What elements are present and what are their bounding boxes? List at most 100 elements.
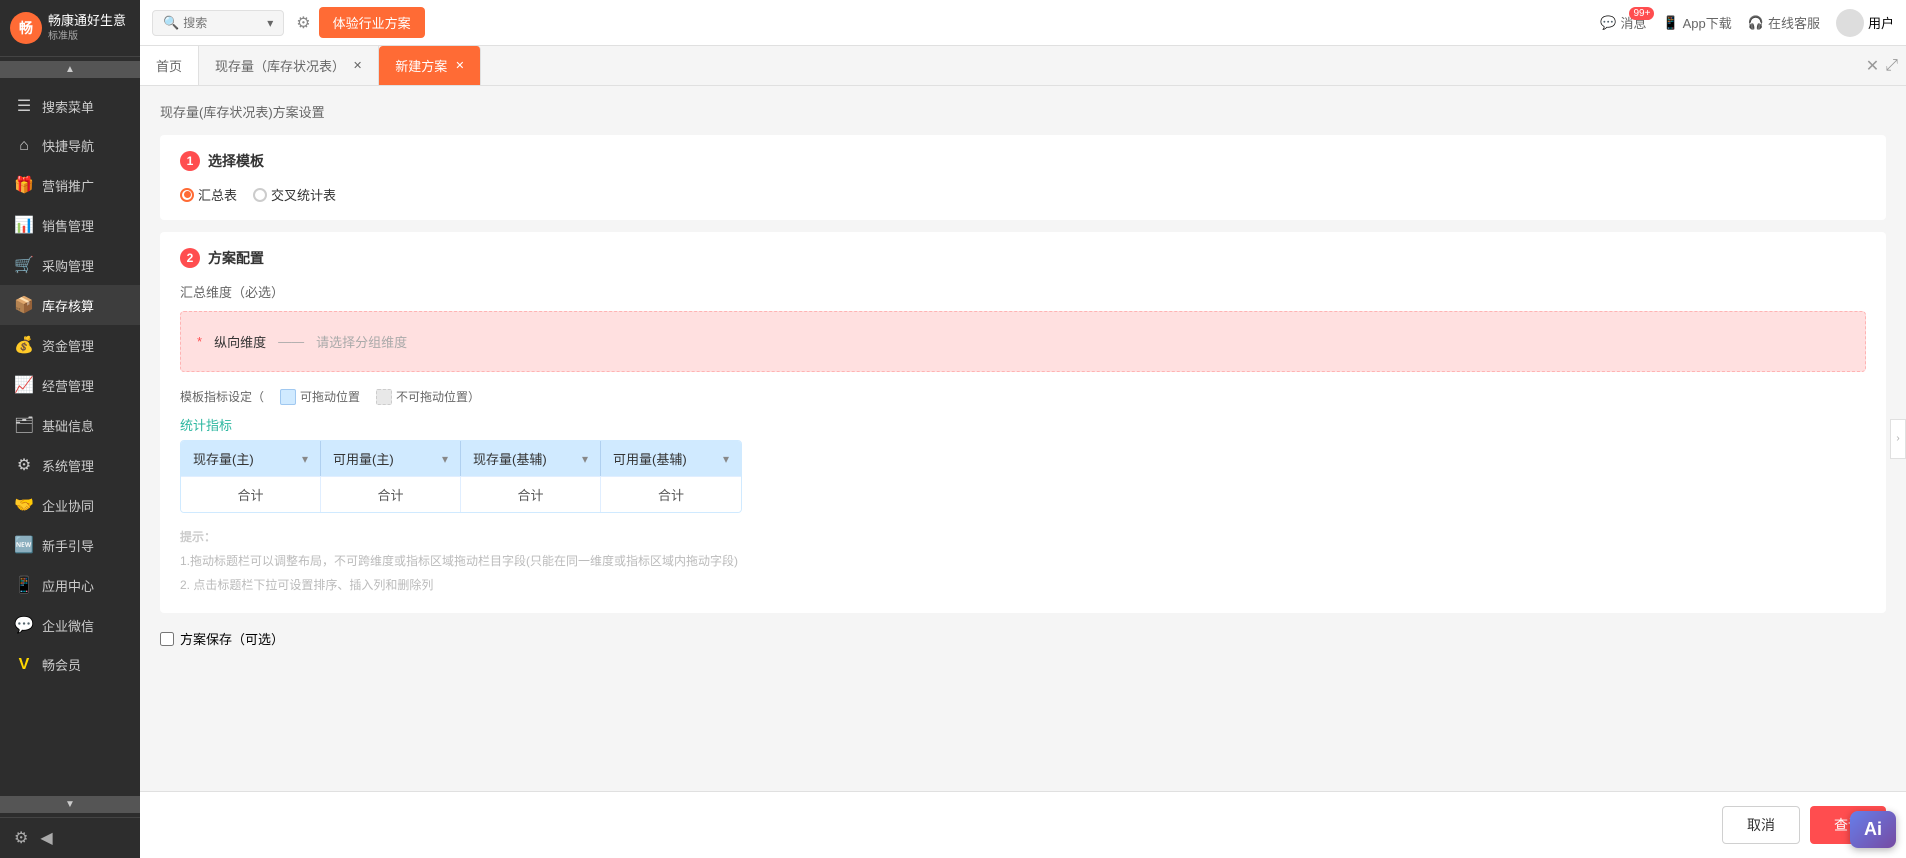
operations-icon: 📈 — [14, 375, 34, 395]
scroll-down-btn[interactable]: ▼ — [0, 796, 140, 813]
app-center-icon: 📱 — [14, 575, 34, 595]
sidebar-item-purchase-label: 采购管理 — [42, 256, 94, 275]
content-area: 现存量(库存状况表)方案设置 1 选择模板 汇总表 交叉统计表 2 — [140, 86, 1906, 791]
online-service-button[interactable]: 🎧 在线客服 — [1748, 13, 1820, 32]
indicator-col-3-dropdown[interactable]: ▾ — [723, 452, 729, 466]
collapse-icon[interactable]: ◀ — [40, 828, 52, 848]
dimension-area[interactable]: * 纵向维度 —— 请选择分组维度 — [180, 311, 1866, 372]
app-download-button[interactable]: 📱 App下载 — [1662, 13, 1731, 32]
topbar: 🔍 ▾ ⚙ 体验行业方案 💬 消息 99+ 📱 App下载 🎧 在线客服 用 — [140, 0, 1906, 46]
sidebar-item-search-menu-label: 搜索菜单 — [42, 97, 94, 116]
app-logo: 畅 畅康通好生意 标准版 — [0, 0, 140, 57]
dimension-placeholder: 请选择分组维度 — [316, 332, 407, 351]
search-icon: 🔍 — [163, 15, 179, 31]
sidebar-item-sales-label: 销售管理 — [42, 216, 94, 235]
app-download-label: App下载 — [1683, 13, 1732, 32]
sidebar-item-inventory[interactable]: 📦 库存核算 — [0, 285, 140, 325]
sidebar-item-system[interactable]: ⚙ 系统管理 — [0, 445, 140, 485]
legend-draggable-label: 可拖动位置 — [300, 388, 360, 405]
indicator-col-2[interactable]: 现存量(基辅) ▾ — [461, 441, 601, 476]
sidebar-item-sales[interactable]: 📊 销售管理 — [0, 205, 140, 245]
save-checkbox[interactable] — [160, 632, 174, 646]
indicator-col-3[interactable]: 可用量(基辅) ▾ — [601, 441, 741, 476]
tips-title: 提示： — [180, 530, 216, 544]
sidebar-item-quick-nav[interactable]: ⌂ 快捷导航 — [0, 126, 140, 165]
tab-inventory-status[interactable]: 现存量（库存状况表） ✕ — [199, 46, 379, 85]
member-icon: V — [14, 656, 34, 674]
indicator-col-0-dropdown[interactable]: ▾ — [302, 452, 308, 466]
trial-button[interactable]: 体验行业方案 — [319, 7, 425, 38]
indicator-col-1[interactable]: 可用量(主) ▾ — [321, 441, 461, 476]
save-option-label: 方案保存（可选） — [180, 629, 284, 648]
dimension-separator: —— — [278, 334, 304, 349]
cancel-button[interactable]: 取消 — [1722, 806, 1800, 844]
radio-cross-label: 交叉统计表 — [271, 185, 336, 204]
sidebar-item-app-center[interactable]: 📱 应用中心 — [0, 565, 140, 605]
stats-label: 统计指标 — [180, 415, 1866, 434]
user-name: 用户 — [1868, 13, 1894, 32]
indicator-table-header: 现存量(主) ▾ 可用量(主) ▾ 现存量(基辅) ▾ 可用量(基辅) — [181, 441, 741, 476]
search-dropdown-icon[interactable]: ▾ — [267, 16, 273, 30]
indicator-cell-2: 合计 — [461, 477, 601, 512]
topbar-search-box[interactable]: 🔍 ▾ — [152, 10, 284, 36]
search-menu-icon: ☰ — [14, 96, 34, 116]
indicator-col-0-label: 现存量(主) — [193, 449, 254, 468]
tab-bar: 首页 现存量（库存状况表） ✕ 新建方案 ✕ ✕ ⤢ — [140, 46, 1906, 86]
user-menu[interactable]: 用户 — [1836, 9, 1894, 37]
sidebar-item-basic-info[interactable]: 🗂 基础信息 — [0, 405, 140, 445]
dimension-name: 纵向维度 — [214, 332, 266, 351]
sidebar-scroll-up[interactable]: ▲ — [0, 57, 140, 82]
ai-badge[interactable]: Ai — [1850, 811, 1896, 848]
tab-collapse-icon[interactable]: ✕ — [1866, 56, 1879, 76]
tab-new-plan[interactable]: 新建方案 ✕ — [379, 46, 481, 85]
radio-cross[interactable]: 交叉统计表 — [253, 185, 336, 204]
wechat-icon: 💬 — [14, 615, 34, 635]
settings-icon[interactable]: ⚙ — [14, 828, 28, 848]
basic-info-icon: 🗂 — [14, 415, 34, 435]
tab-home[interactable]: 首页 — [140, 46, 199, 85]
radio-cross-circle — [253, 188, 267, 202]
sidebar-item-search-menu[interactable]: ☰ 搜索菜单 — [0, 86, 140, 126]
sidebar-item-marketing[interactable]: 🎁 营销推广 — [0, 165, 140, 205]
indicator-col-2-dropdown[interactable]: ▾ — [582, 452, 588, 466]
indicator-cell-1: 合计 — [321, 477, 461, 512]
tab-inventory-status-label: 现存量（库存状况表） — [215, 56, 345, 75]
indicator-cell-0: 合计 — [181, 477, 321, 512]
sidebar-item-operations[interactable]: 📈 经营管理 — [0, 365, 140, 405]
indicator-legend: 模板指标设定（ 可拖动位置 不可拖动位置） — [180, 388, 1866, 405]
sidebar-item-wechat[interactable]: 💬 企业微信 — [0, 605, 140, 645]
guide-icon: 🆕 — [14, 535, 34, 555]
dimension-label: 汇总维度（必选） — [180, 282, 1866, 301]
indicator-col-0[interactable]: 现存量(主) ▾ — [181, 441, 321, 476]
sidebar-item-finance[interactable]: 💰 资金管理 — [0, 325, 140, 365]
cart-icon: 🛒 — [14, 255, 34, 275]
sidebar-item-marketing-label: 营销推广 — [42, 176, 94, 195]
radio-summary-circle — [180, 188, 194, 202]
indicator-col-1-dropdown[interactable]: ▾ — [442, 452, 448, 466]
user-avatar — [1836, 9, 1864, 37]
service-label: 在线客服 — [1768, 13, 1820, 32]
logo-icon: 畅 — [10, 12, 42, 44]
search-input[interactable] — [183, 16, 263, 30]
tip-1: 1.拖动标题栏可以调整布局，不可跨维度或指标区域拖动栏目字段(只能在同一维度或指… — [180, 554, 738, 568]
topbar-gear-icon[interactable]: ⚙ — [296, 13, 310, 33]
sidebar-item-member[interactable]: V 畅会员 — [0, 645, 140, 684]
sidebar-item-guide[interactable]: 🆕 新手引导 — [0, 525, 140, 565]
home-icon: ⌂ — [14, 137, 34, 155]
sidebar-item-purchase[interactable]: 🛒 采购管理 — [0, 245, 140, 285]
tab-new-plan-close[interactable]: ✕ — [455, 59, 464, 72]
sidebar-item-enterprise[interactable]: 🤝 企业协同 — [0, 485, 140, 525]
indicator-col-3-label: 可用量(基辅) — [613, 449, 687, 468]
sidebar-scroll-down[interactable]: ▼ — [0, 792, 140, 817]
section2-header: 2 方案配置 — [180, 248, 1866, 268]
radio-summary[interactable]: 汇总表 — [180, 185, 237, 204]
section2-num: 2 — [180, 248, 200, 268]
scroll-up-btn[interactable]: ▲ — [0, 61, 140, 78]
tab-inventory-status-close[interactable]: ✕ — [353, 59, 362, 72]
tab-expand-icon[interactable]: ⤢ — [1885, 57, 1898, 75]
message-button[interactable]: 💬 消息 99+ — [1600, 13, 1646, 32]
sidebar-item-wechat-label: 企业微信 — [42, 616, 94, 635]
enterprise-icon: 🤝 — [14, 495, 34, 515]
sidebar-item-guide-label: 新手引导 — [42, 536, 94, 555]
right-panel-btn[interactable]: › — [1890, 419, 1906, 459]
